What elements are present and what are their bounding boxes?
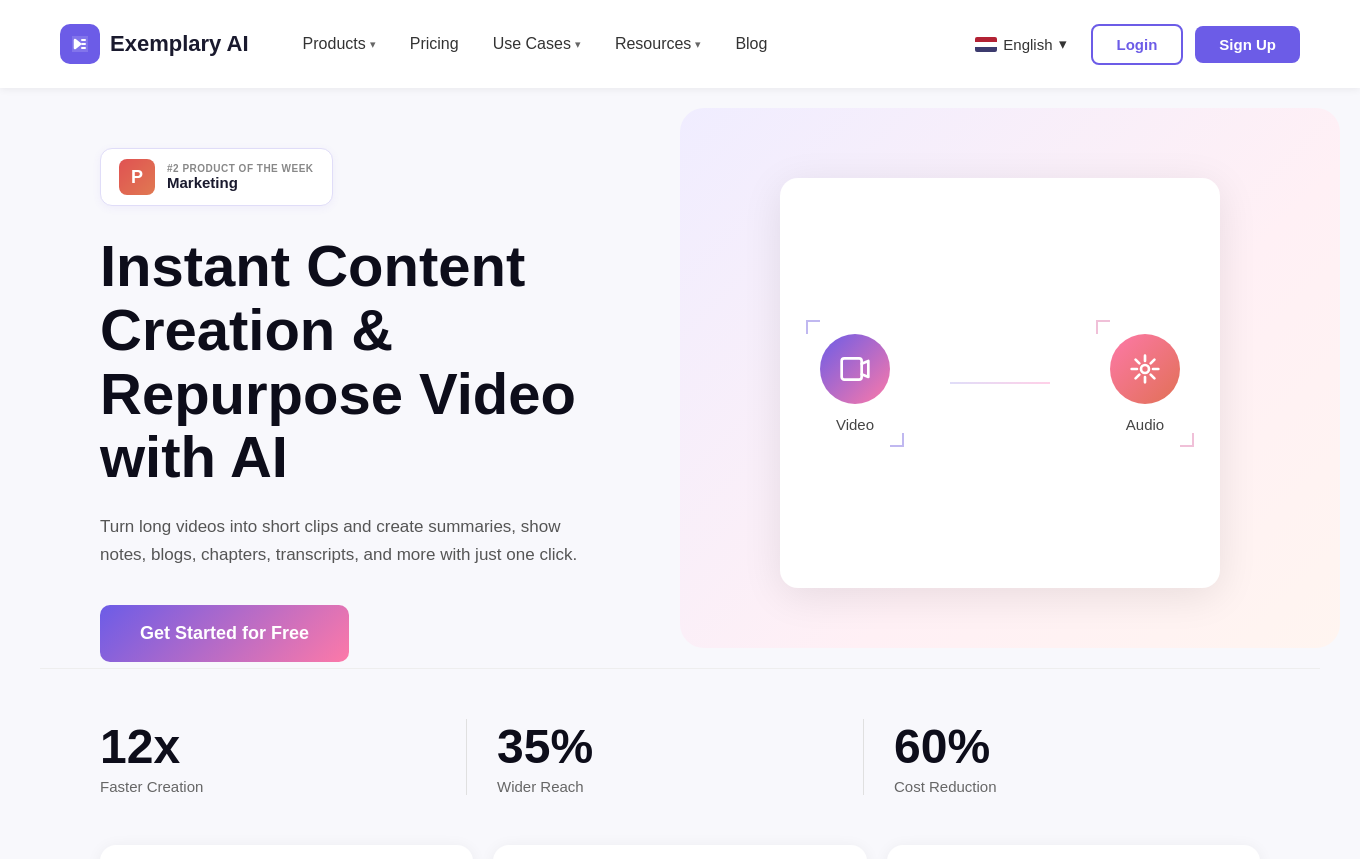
stat-1: 35% Wider Reach xyxy=(467,709,863,805)
stat-0: 12x Faster Creation xyxy=(100,709,466,805)
corner-tl-icon xyxy=(806,320,820,334)
nav-inner: Exemplary AI Products ▾ Pricing Use Case… xyxy=(60,0,1300,88)
logo-link[interactable]: Exemplary AI xyxy=(60,24,249,64)
cta-button[interactable]: Get Started for Free xyxy=(100,605,349,662)
connector-line xyxy=(950,382,1050,384)
audio-block-wrapper: Audio xyxy=(1110,334,1180,433)
badge-icon: P xyxy=(119,159,155,195)
audio-label: Audio xyxy=(1126,416,1164,433)
logo-icon xyxy=(60,24,100,64)
hero-left: P #2 Product of the Week Marketing Insta… xyxy=(100,128,660,662)
video-block-wrapper: Video xyxy=(820,334,890,433)
stat-label-0: Faster Creation xyxy=(100,778,436,795)
stat-value-1: 35% xyxy=(497,719,833,774)
nav-right: English ▾ Login Sign Up xyxy=(963,24,1300,65)
hero-inner: P #2 Product of the Week Marketing Insta… xyxy=(40,88,1320,668)
hero-section: P #2 Product of the Week Marketing Insta… xyxy=(0,88,1360,668)
corner-br2-icon xyxy=(1180,433,1194,447)
stat-label-2: Cost Reduction xyxy=(894,778,1230,795)
login-button[interactable]: Login xyxy=(1091,24,1184,65)
nav-resources[interactable]: Resources ▾ xyxy=(601,27,715,61)
video-icon xyxy=(820,334,890,404)
nav-use-cases[interactable]: Use Cases ▾ xyxy=(479,27,595,61)
corner-tl2-icon xyxy=(1096,320,1110,334)
stat-2: 60% Cost Reduction xyxy=(864,709,1260,805)
products-chevron-icon: ▾ xyxy=(370,38,376,51)
nav-products[interactable]: Products ▾ xyxy=(289,27,390,61)
corner-br-icon xyxy=(890,433,904,447)
svg-point-1 xyxy=(1141,365,1149,373)
bottom-card-0 xyxy=(100,845,473,859)
badge-text: #2 Product of the Week Marketing xyxy=(167,163,314,191)
product-badge[interactable]: P #2 Product of the Week Marketing xyxy=(100,148,333,206)
language-selector[interactable]: English ▾ xyxy=(963,27,1078,61)
hero-card: Video xyxy=(780,178,1220,588)
logo-text: Exemplary AI xyxy=(110,31,249,57)
badge-main-text: Marketing xyxy=(167,174,314,191)
stat-label-1: Wider Reach xyxy=(497,778,833,795)
audio-icon xyxy=(1110,334,1180,404)
stat-value-2: 60% xyxy=(894,719,1230,774)
hero-description: Turn long videos into short clips and cr… xyxy=(100,513,600,569)
audio-icon-block: Audio xyxy=(1110,334,1180,433)
stats-inner: 12x Faster Creation 35% Wider Reach 60% … xyxy=(40,668,1320,835)
video-label: Video xyxy=(836,416,874,433)
language-label: English xyxy=(1003,36,1052,53)
signup-button[interactable]: Sign Up xyxy=(1195,26,1300,63)
video-icon-block: Video xyxy=(820,334,890,433)
bottom-card-1 xyxy=(493,845,866,859)
bottom-cards xyxy=(40,835,1320,859)
bottom-card-2 xyxy=(887,845,1260,859)
connector xyxy=(950,382,1050,384)
hero-title: Instant Content Creation & Repurpose Vid… xyxy=(100,234,660,489)
badge-small-text: #2 Product of the Week xyxy=(167,163,314,174)
hero-right: Video xyxy=(700,128,1260,608)
lang-chevron-icon: ▾ xyxy=(1059,35,1067,53)
nav-links: Products ▾ Pricing Use Cases ▾ Resources… xyxy=(289,27,964,61)
navbar: Exemplary AI Products ▾ Pricing Use Case… xyxy=(0,0,1360,88)
flag-icon xyxy=(975,37,997,52)
nav-blog[interactable]: Blog xyxy=(721,27,781,61)
stats-section: 12x Faster Creation 35% Wider Reach 60% … xyxy=(0,668,1360,835)
use-cases-chevron-icon: ▾ xyxy=(575,38,581,51)
stat-value-0: 12x xyxy=(100,719,436,774)
nav-pricing[interactable]: Pricing xyxy=(396,27,473,61)
resources-chevron-icon: ▾ xyxy=(695,38,701,51)
svg-rect-0 xyxy=(842,358,862,379)
